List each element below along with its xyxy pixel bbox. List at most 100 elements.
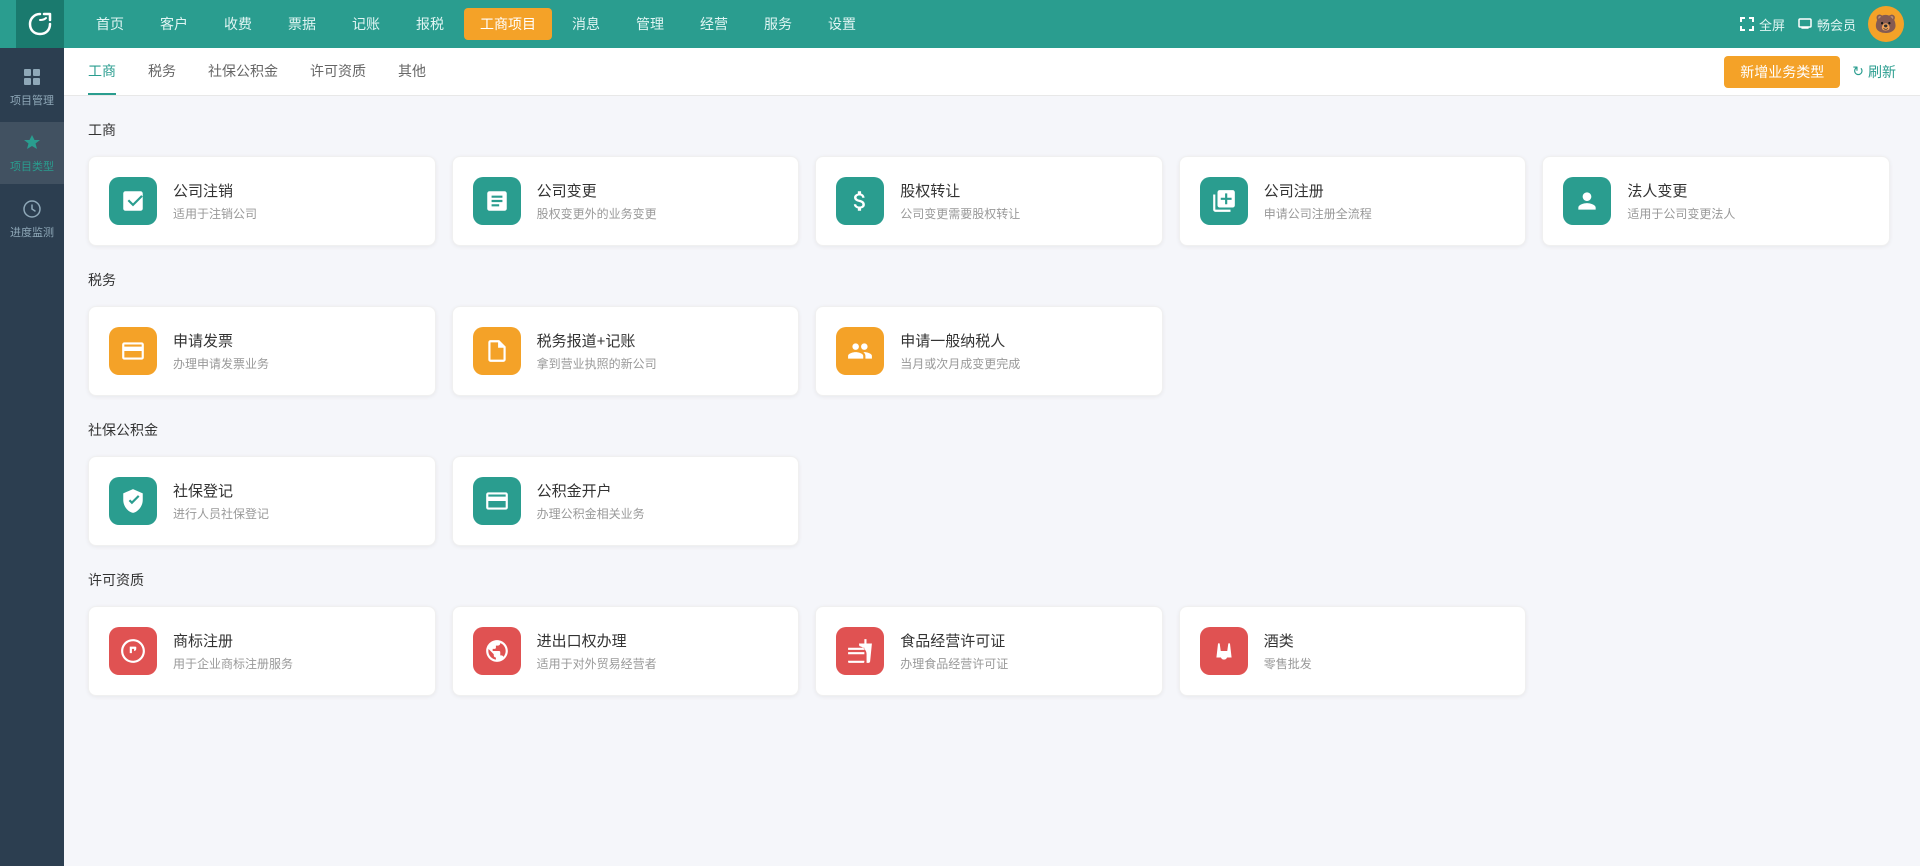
- nav-item-消息[interactable]: 消息: [556, 8, 616, 40]
- card-公司变更[interactable]: 公司变更股权变更外的业务变更: [452, 156, 800, 246]
- card-icon-general-taxpayer: [836, 327, 884, 375]
- card-icon-liquor-license: [1200, 627, 1248, 675]
- card-desc-税务报道+记账: 拿到营业执照的新公司: [537, 355, 657, 372]
- nav-item-记账[interactable]: 记账: [336, 8, 396, 40]
- cards-grid-社保公积金: 社保登记进行人员社保登记 公积金开户办理公积金相关业务: [88, 456, 1896, 546]
- sidebar: 项目管理 项目类型 进度监测: [0, 48, 64, 866]
- main-layout: 项目管理 项目类型 进度监测: [0, 48, 1920, 866]
- refresh-button[interactable]: ↻ 刷新: [1852, 62, 1896, 82]
- card-title-法人变更: 法人变更: [1627, 180, 1735, 201]
- card-icon-invoice: [109, 327, 157, 375]
- nav-item-工商项目[interactable]: 工商项目: [464, 8, 552, 40]
- cards-grid-税务: 申请发票办理申请发票业务 税务报道+记账拿到营业执照的新公司 申请一般纳税人当月或次…: [88, 306, 1896, 396]
- nav-item-客户[interactable]: 客户: [144, 8, 204, 40]
- sidebar-item-project-management[interactable]: 项目管理: [0, 56, 64, 118]
- member-button[interactable]: 畅会员: [1797, 15, 1856, 34]
- card-desc-股权转让: 公司变更需要股权转让: [900, 205, 1020, 222]
- sidebar-bottom: [28, 806, 36, 866]
- card-税务报道+记账[interactable]: 税务报道+记账拿到营业执照的新公司: [452, 306, 800, 396]
- sub-tabs-actions: 新增业务类型 ↻ 刷新: [1724, 56, 1896, 88]
- new-type-button[interactable]: 新增业务类型: [1724, 56, 1840, 88]
- card-desc-法人变更: 适用于公司变更法人: [1627, 205, 1735, 222]
- card-酒类[interactable]: 酒类零售批发: [1179, 606, 1527, 696]
- nav-item-首页[interactable]: 首页: [80, 8, 140, 40]
- sub-tab-税务[interactable]: 税务: [148, 48, 176, 95]
- card-title-公司注销: 公司注销: [173, 180, 257, 201]
- card-info-申请一般纳税人: 申请一般纳税人当月或次月成变更完成: [900, 330, 1020, 372]
- cards-grid-工商: 公司注销适用于注销公司公司变更股权变更外的业务变更股权转让公司变更需要股权转让公…: [88, 156, 1896, 246]
- card-公积金开户[interactable]: 公积金开户办理公积金相关业务: [452, 456, 800, 546]
- member-label: 畅会员: [1817, 15, 1856, 34]
- card-desc-社保登记: 进行人员社保登记: [173, 505, 269, 522]
- nav-item-票据[interactable]: 票据: [272, 8, 332, 40]
- card-商标注册[interactable]: 商标注册用于企业商标注册服务: [88, 606, 436, 696]
- card-desc-食品经营许可证: 办理食品经营许可证: [900, 655, 1008, 672]
- sidebar-item-project-type[interactable]: 项目类型: [0, 122, 64, 184]
- cards-grid-许可资质: 商标注册用于企业商标注册服务 进出口权办理适用于对外贸易经营者 食品经营许可证办理食…: [88, 606, 1896, 696]
- sidebar-download[interactable]: [28, 806, 36, 826]
- sidebar-label-project-management: 项目管理: [10, 92, 54, 108]
- sub-tab-工商[interactable]: 工商: [88, 48, 116, 95]
- card-公司注销[interactable]: 公司注销适用于注销公司: [88, 156, 436, 246]
- sub-tab-社保公积金[interactable]: 社保公积金: [208, 48, 278, 95]
- card-社保登记[interactable]: 社保登记进行人员社保登记: [88, 456, 436, 546]
- section-title-税务: 税务: [88, 270, 1896, 290]
- user-avatar[interactable]: 🐻: [1868, 6, 1904, 42]
- sidebar-location[interactable]: [28, 830, 36, 850]
- card-info-酒类: 酒类零售批发: [1264, 630, 1312, 672]
- card-食品经营许可证[interactable]: 食品经营许可证办理食品经营许可证: [815, 606, 1163, 696]
- card-desc-进出口权办理: 适用于对外贸易经营者: [537, 655, 657, 672]
- nav-item-管理[interactable]: 管理: [620, 8, 680, 40]
- sub-tab-其他[interactable]: 其他: [398, 48, 426, 95]
- card-icon-tax-report: [473, 327, 521, 375]
- card-icon-trademark: [109, 627, 157, 675]
- card-info-公司注销: 公司注销适用于注销公司: [173, 180, 257, 222]
- sidebar-item-progress[interactable]: 进度监测: [0, 188, 64, 250]
- sidebar-label-progress: 进度监测: [10, 224, 54, 240]
- card-icon-import-export: [473, 627, 521, 675]
- card-title-股权转让: 股权转让: [900, 180, 1020, 201]
- card-desc-公司注销: 适用于注销公司: [173, 205, 257, 222]
- section-title-许可资质: 许可资质: [88, 570, 1896, 590]
- card-icon-equity-transfer: [836, 177, 884, 225]
- card-法人变更[interactable]: 法人变更适用于公司变更法人: [1542, 156, 1890, 246]
- card-icon-company-change: [473, 177, 521, 225]
- card-icon-company-cancel: [109, 177, 157, 225]
- card-申请发票[interactable]: 申请发票办理申请发票业务: [88, 306, 436, 396]
- fullscreen-button[interactable]: 全屏: [1739, 15, 1785, 34]
- card-info-公司注册: 公司注册申请公司注册全流程: [1264, 180, 1372, 222]
- card-desc-申请一般纳税人: 当月或次月成变更完成: [900, 355, 1020, 372]
- card-title-酒类: 酒类: [1264, 630, 1312, 651]
- card-info-社保登记: 社保登记进行人员社保登记: [173, 480, 269, 522]
- card-info-法人变更: 法人变更适用于公司变更法人: [1627, 180, 1735, 222]
- nav-item-收费[interactable]: 收费: [208, 8, 268, 40]
- card-desc-酒类: 零售批发: [1264, 655, 1312, 672]
- nav-item-报税[interactable]: 报税: [400, 8, 460, 40]
- card-info-进出口权办理: 进出口权办理适用于对外贸易经营者: [537, 630, 657, 672]
- section-title-社保公积金: 社保公积金: [88, 420, 1896, 440]
- card-申请一般纳税人[interactable]: 申请一般纳税人当月或次月成变更完成: [815, 306, 1163, 396]
- card-title-税务报道+记账: 税务报道+记账: [537, 330, 657, 351]
- card-title-社保登记: 社保登记: [173, 480, 269, 501]
- card-info-商标注册: 商标注册用于企业商标注册服务: [173, 630, 293, 672]
- card-title-公积金开户: 公积金开户: [537, 480, 645, 501]
- top-navigation: 首页客户收费票据记账报税工商项目消息管理经营服务设置 全屏 畅会员 🐻: [0, 0, 1920, 48]
- card-股权转让[interactable]: 股权转让公司变更需要股权转让: [815, 156, 1163, 246]
- sub-tabs: 工商税务社保公积金许可资质其他 新增业务类型 ↻ 刷新: [64, 48, 1920, 96]
- card-info-食品经营许可证: 食品经营许可证办理食品经营许可证: [900, 630, 1008, 672]
- card-title-申请发票: 申请发票: [173, 330, 269, 351]
- card-info-公司变更: 公司变更股权变更外的业务变更: [537, 180, 657, 222]
- card-公司注册[interactable]: 公司注册申请公司注册全流程: [1179, 156, 1527, 246]
- nav-item-设置[interactable]: 设置: [812, 8, 872, 40]
- card-desc-申请发票: 办理申请发票业务: [173, 355, 269, 372]
- sub-tab-许可资质[interactable]: 许可资质: [310, 48, 366, 95]
- nav-right: 全屏 畅会员 🐻: [1739, 6, 1904, 42]
- card-icon-social-insurance: [109, 477, 157, 525]
- nav-items: 首页客户收费票据记账报税工商项目消息管理经营服务设置: [80, 8, 1739, 40]
- card-进出口权办理[interactable]: 进出口权办理适用于对外贸易经营者: [452, 606, 800, 696]
- nav-item-经营[interactable]: 经营: [684, 8, 744, 40]
- section-title-工商: 工商: [88, 120, 1896, 140]
- nav-item-服务[interactable]: 服务: [748, 8, 808, 40]
- fullscreen-label: 全屏: [1759, 15, 1785, 34]
- card-info-税务报道+记账: 税务报道+记账拿到营业执照的新公司: [537, 330, 657, 372]
